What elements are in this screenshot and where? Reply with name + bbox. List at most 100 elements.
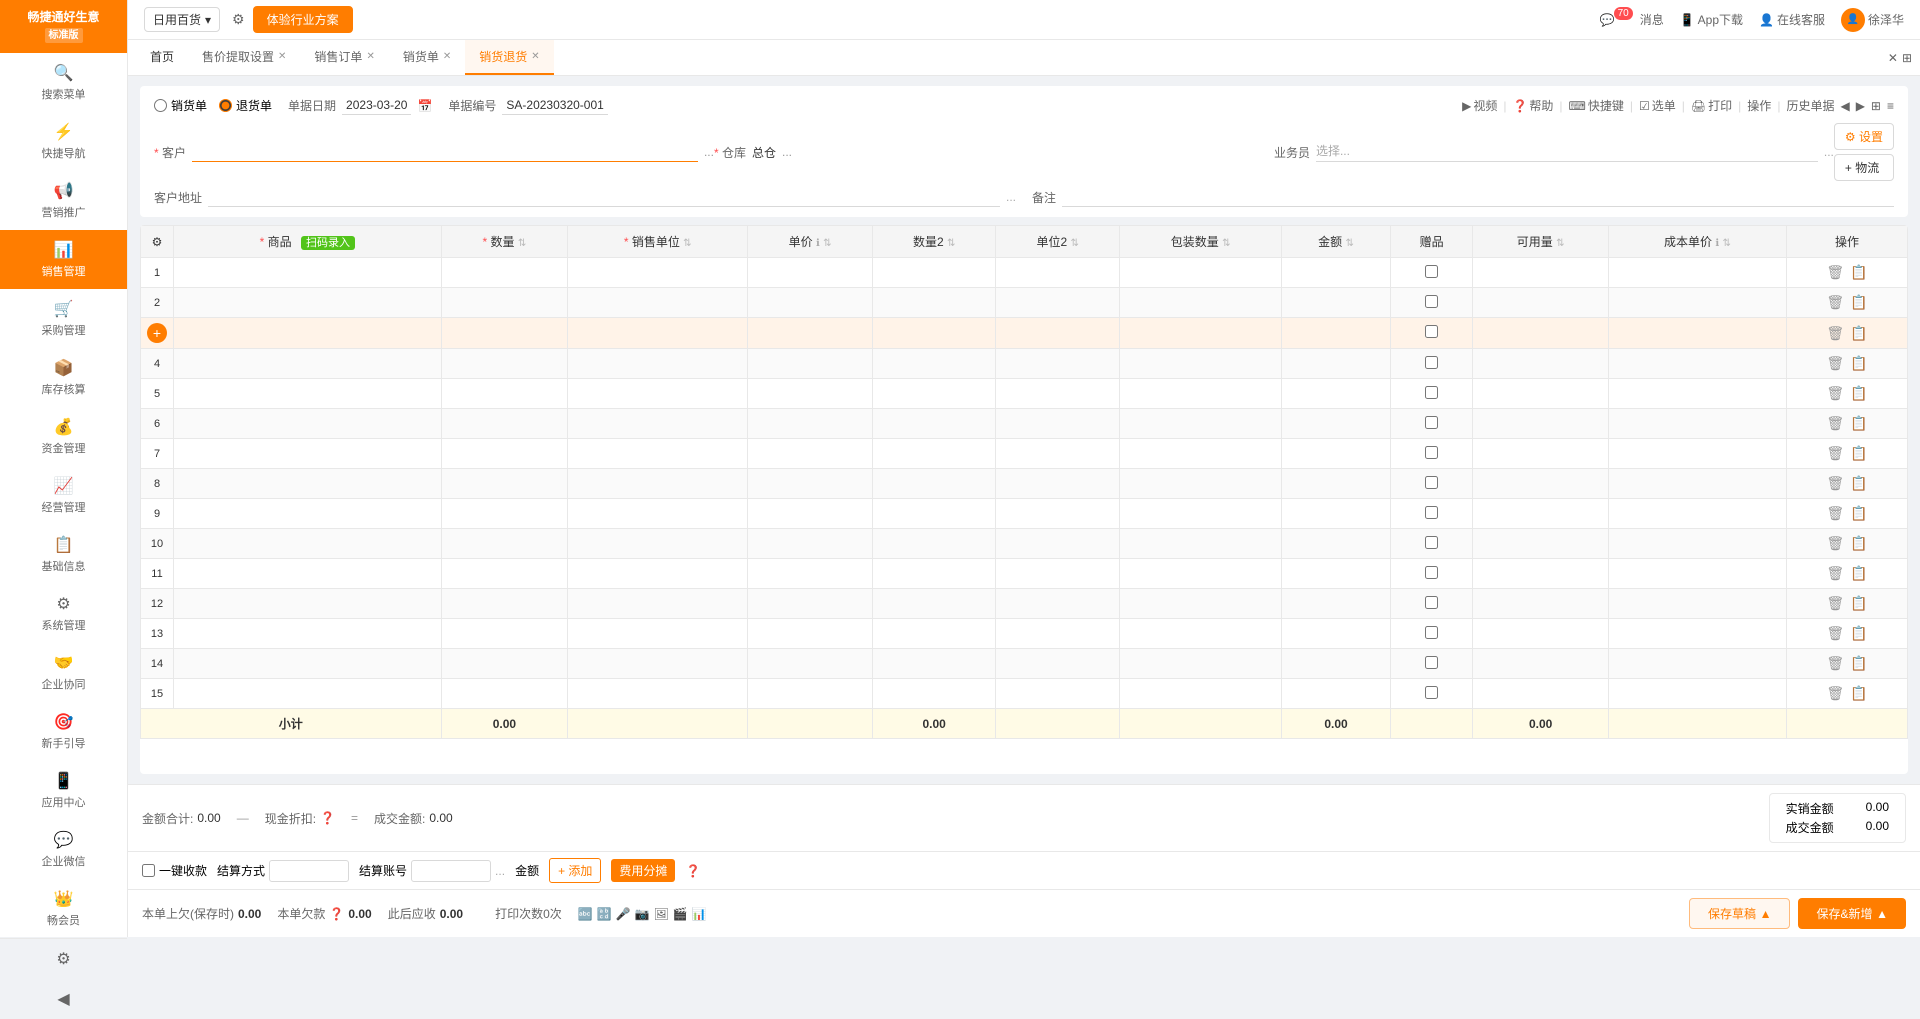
amount-cell-2[interactable] — [1282, 288, 1391, 318]
toolbar-icon-5[interactable]: 🖼 — [654, 907, 669, 921]
gift-checkbox-10[interactable] — [1425, 536, 1438, 549]
amount-cell-12[interactable] — [1282, 589, 1391, 619]
product-cell-7[interactable] — [174, 439, 442, 469]
account-input[interactable] — [411, 860, 491, 882]
gift-checkbox-1[interactable] — [1425, 265, 1438, 278]
quantity-cell-14[interactable] — [441, 649, 568, 679]
gift-checkbox-11[interactable] — [1425, 566, 1438, 579]
company-dropdown[interactable]: 日用百货 ▾ — [144, 7, 220, 32]
sidebar-settings-icon[interactable]: ⚙ — [0, 939, 127, 979]
order-no-value[interactable]: SA-20230320-001 — [502, 96, 607, 115]
copy-row-btn-15[interactable]: 📋 — [1850, 685, 1867, 702]
history-action[interactable]: 历史单据 — [1786, 97, 1834, 114]
gift-checkbox-14[interactable] — [1425, 656, 1438, 669]
amount-cell-5[interactable] — [1282, 379, 1391, 409]
unit2-cell-5[interactable] — [996, 379, 1120, 409]
help-action[interactable]: ❓ 帮助 — [1512, 97, 1553, 114]
scan-entry-btn[interactable]: 扫码录入 — [301, 235, 355, 249]
package-qty-cell-13[interactable] — [1120, 619, 1282, 649]
settings-btn[interactable]: ⚙ 设置 — [1834, 123, 1894, 150]
package-qty-cell-10[interactable] — [1120, 529, 1282, 559]
sales-radio[interactable]: 销货单 — [154, 97, 207, 114]
add-row-btn[interactable]: + — [147, 323, 167, 343]
unit-price-cell-15[interactable] — [748, 679, 873, 709]
unit-price-cell-13[interactable] — [748, 619, 873, 649]
sidebar-item-purchase[interactable]: 🛒 采购管理 — [0, 289, 127, 348]
amount-cell-13[interactable] — [1282, 619, 1391, 649]
product-cell-6[interactable] — [174, 409, 442, 439]
cost-price-cell-14[interactable] — [1608, 649, 1786, 679]
date-value[interactable]: 2023-03-20 — [342, 96, 411, 115]
cost-price-cell-3[interactable] — [1608, 318, 1786, 349]
unit-price-cell-9[interactable] — [748, 499, 873, 529]
discount-help-icon[interactable]: ❓ — [320, 811, 335, 825]
sales-unit-cell-1[interactable] — [568, 258, 748, 288]
quantity-cell-13[interactable] — [441, 619, 568, 649]
col-settings[interactable]: ⚙ — [141, 226, 174, 258]
save-new-btn[interactable]: 保存&新增 ▲ — [1798, 898, 1906, 929]
sales-unit-cell-3[interactable] — [568, 318, 748, 349]
product-cell-11[interactable] — [174, 559, 442, 589]
sidebar-item-system[interactable]: ⚙ 系统管理 — [0, 584, 127, 643]
product-input-6[interactable] — [180, 415, 435, 433]
gift-checkbox-13[interactable] — [1425, 626, 1438, 639]
trial-btn[interactable]: 体验行业方案 — [253, 6, 353, 33]
unit-price-cell-4[interactable] — [748, 349, 873, 379]
available-cell-5[interactable] — [1473, 379, 1608, 409]
quantity2-cell-11[interactable] — [872, 559, 996, 589]
salesperson-dots[interactable]: ... — [1824, 145, 1834, 159]
quantity2-cell-13[interactable] — [872, 619, 996, 649]
delete-row-btn-8[interactable]: 🗑 — [1826, 475, 1844, 492]
cost-price-cell-1[interactable] — [1608, 258, 1786, 288]
product-cell-2[interactable] — [174, 288, 442, 318]
tab-sales-order[interactable]: 销售订单✕ — [300, 40, 388, 75]
tab-close-sales-order[interactable]: ✕ — [366, 51, 374, 62]
tab-close-sales-delivery[interactable]: ✕ — [443, 51, 451, 62]
cost-price-cell-8[interactable] — [1608, 469, 1786, 499]
sidebar-item-search[interactable]: 🔍 搜索菜单 — [0, 53, 127, 112]
amount-cell-9[interactable] — [1282, 499, 1391, 529]
gift-checkbox-7[interactable] — [1425, 446, 1438, 459]
select-action[interactable]: ☑ 选单 — [1639, 97, 1676, 114]
amount-cell-4[interactable] — [1282, 349, 1391, 379]
return-radio-input[interactable] — [219, 99, 232, 112]
toolbar-icon-1[interactable]: 🔤 — [578, 907, 593, 921]
package-qty-cell-6[interactable] — [1120, 409, 1282, 439]
sidebar-item-wechat[interactable]: 💬 企业微信 — [0, 820, 127, 879]
product-input-9[interactable] — [180, 505, 435, 523]
cost-price-cell-2[interactable] — [1608, 288, 1786, 318]
unit-price-cell-7[interactable] — [748, 439, 873, 469]
sidebar-item-enterprise[interactable]: 🤝 企业协同 — [0, 643, 127, 702]
unit-price-cell-12[interactable] — [748, 589, 873, 619]
add-btn[interactable]: + 添加 — [549, 858, 601, 883]
unit2-cell-14[interactable] — [996, 649, 1120, 679]
available-cell-3[interactable] — [1473, 318, 1608, 349]
quantity-cell-3[interactable] — [441, 318, 568, 349]
sales-unit-cell-14[interactable] — [568, 649, 748, 679]
sidebar-item-guide[interactable]: 🎯 新手引导 — [0, 702, 127, 761]
sales-unit-cell-10[interactable] — [568, 529, 748, 559]
unit-price-cell-5[interactable] — [748, 379, 873, 409]
address-input[interactable] — [208, 187, 1000, 207]
calendar-icon[interactable]: 📅 — [417, 99, 432, 113]
tab-sales-return[interactable]: 销货退货✕ — [465, 40, 553, 75]
sales-unit-cell-8[interactable] — [568, 469, 748, 499]
available-cell-11[interactable] — [1473, 559, 1608, 589]
salesperson-input[interactable]: 选择... — [1316, 142, 1818, 162]
unit-price-cell-11[interactable] — [748, 559, 873, 589]
print-action[interactable]: 🖨 打印 — [1691, 97, 1732, 114]
quantity2-cell-9[interactable] — [872, 499, 996, 529]
tab-sales-delivery[interactable]: 销货单✕ — [389, 40, 465, 75]
available-cell-2[interactable] — [1473, 288, 1608, 318]
product-cell-9[interactable] — [174, 499, 442, 529]
package-qty-cell-2[interactable] — [1120, 288, 1282, 318]
quantity-cell-4[interactable] — [441, 349, 568, 379]
package-qty-cell-4[interactable] — [1120, 349, 1282, 379]
sidebar-collapse-icon[interactable]: ◀ — [0, 979, 127, 1019]
tab-close-price-setting[interactable]: ✕ — [278, 51, 286, 62]
sales-unit-cell-7[interactable] — [568, 439, 748, 469]
toolbar-icon-3[interactable]: 🎤 — [616, 907, 631, 921]
address-dots[interactable]: ... — [1006, 190, 1016, 204]
product-input-5[interactable] — [180, 385, 435, 403]
delete-row-btn-5[interactable]: 🗑 — [1826, 385, 1844, 402]
